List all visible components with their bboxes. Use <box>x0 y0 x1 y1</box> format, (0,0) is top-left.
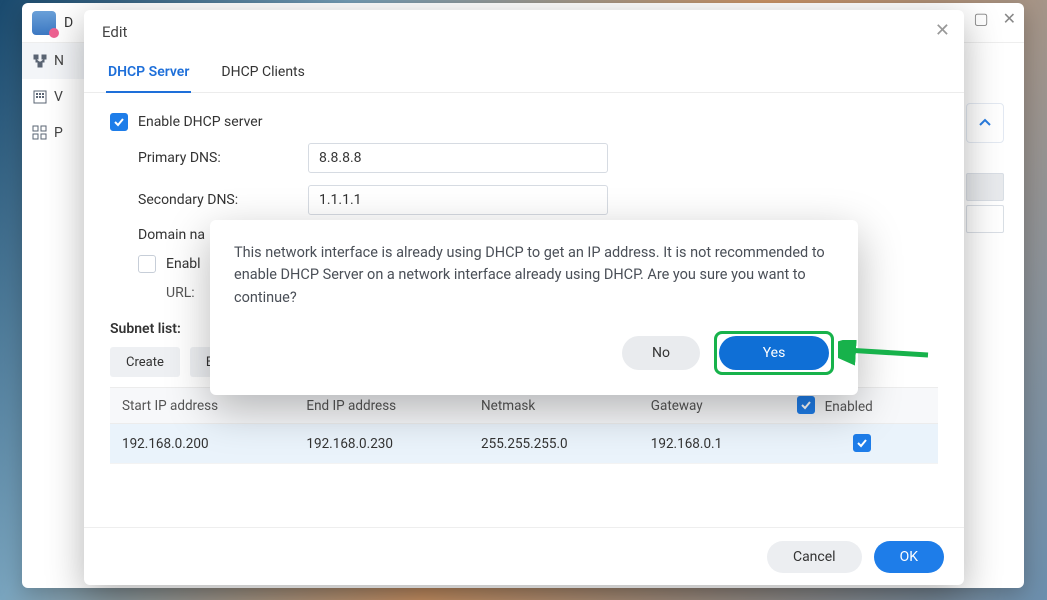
bg-side-item-pxe[interactable]: P <box>22 115 86 151</box>
cell-gateway: 192.168.0.1 <box>639 424 785 464</box>
no-button[interactable]: No <box>622 336 700 370</box>
chevron-up-icon <box>978 116 992 130</box>
subnet-table: Start IP address End IP address Netmask … <box>110 387 938 464</box>
header-enabled-checkbox[interactable] <box>797 396 815 414</box>
enable-secondary-checkbox[interactable] <box>138 255 156 273</box>
bg-side-label: V <box>54 89 63 105</box>
confirm-message: This network interface is already using … <box>234 242 834 309</box>
cell-enabled <box>785 424 938 464</box>
bg-side-item-vendor[interactable]: V <box>22 79 86 115</box>
create-button[interactable]: Create <box>110 347 180 377</box>
col-enabled-label: Enabled <box>825 399 873 415</box>
confirm-dialog: This network interface is already using … <box>210 220 858 395</box>
yes-highlight-box: Yes <box>714 331 834 375</box>
edit-window-title: Edit <box>102 23 127 41</box>
yes-button[interactable]: Yes <box>719 336 829 370</box>
bg-slot <box>966 205 1004 233</box>
bg-maximize-icon[interactable]: ▢ <box>973 9 988 28</box>
table-row[interactable]: 192.168.0.200 192.168.0.230 255.255.255.… <box>110 424 938 464</box>
bg-slot <box>966 173 1004 201</box>
bg-side-label: P <box>54 125 63 141</box>
bg-app-title: D <box>64 15 73 31</box>
row-enabled-checkbox[interactable] <box>853 434 871 452</box>
enable-secondary-label: Enabl <box>166 256 201 272</box>
secondary-dns-input[interactable] <box>308 185 608 215</box>
cell-netmask: 255.255.255.0 <box>469 424 639 464</box>
cancel-button[interactable]: Cancel <box>767 541 862 573</box>
tab-dhcp-clients[interactable]: DHCP Clients <box>219 54 306 92</box>
check-icon <box>856 437 868 449</box>
app-icon <box>32 11 56 35</box>
bg-side-item-network[interactable]: N <box>22 43 86 79</box>
edit-window-footer: Cancel OK <box>84 527 964 585</box>
bg-side-label: N <box>54 53 64 69</box>
check-icon <box>113 116 125 128</box>
enable-dhcp-checkbox[interactable] <box>110 113 128 131</box>
bg-close-icon[interactable]: ✕ <box>1003 9 1016 28</box>
cell-end-ip: 192.168.0.230 <box>294 424 469 464</box>
enable-dhcp-label: Enable DHCP server <box>138 114 262 130</box>
collapse-button[interactable] <box>966 103 1004 143</box>
bg-sidebar: N V P <box>22 43 86 583</box>
tab-bar: DHCP Server DHCP Clients <box>84 54 964 93</box>
primary-dns-label: Primary DNS: <box>138 150 308 166</box>
edit-window-titlebar: Edit ✕ <box>84 10 964 54</box>
ok-button[interactable]: OK <box>874 541 944 573</box>
network-icon <box>32 53 48 69</box>
building-icon <box>32 89 48 105</box>
cell-start-ip: 192.168.0.200 <box>110 424 294 464</box>
tab-dhcp-server[interactable]: DHCP Server <box>106 54 191 92</box>
close-icon[interactable]: ✕ <box>935 20 950 41</box>
grid-icon <box>32 125 48 141</box>
primary-dns-input[interactable] <box>308 143 608 173</box>
bg-right-panel <box>966 103 1014 237</box>
check-icon <box>800 399 812 411</box>
secondary-dns-label: Secondary DNS: <box>138 192 308 208</box>
